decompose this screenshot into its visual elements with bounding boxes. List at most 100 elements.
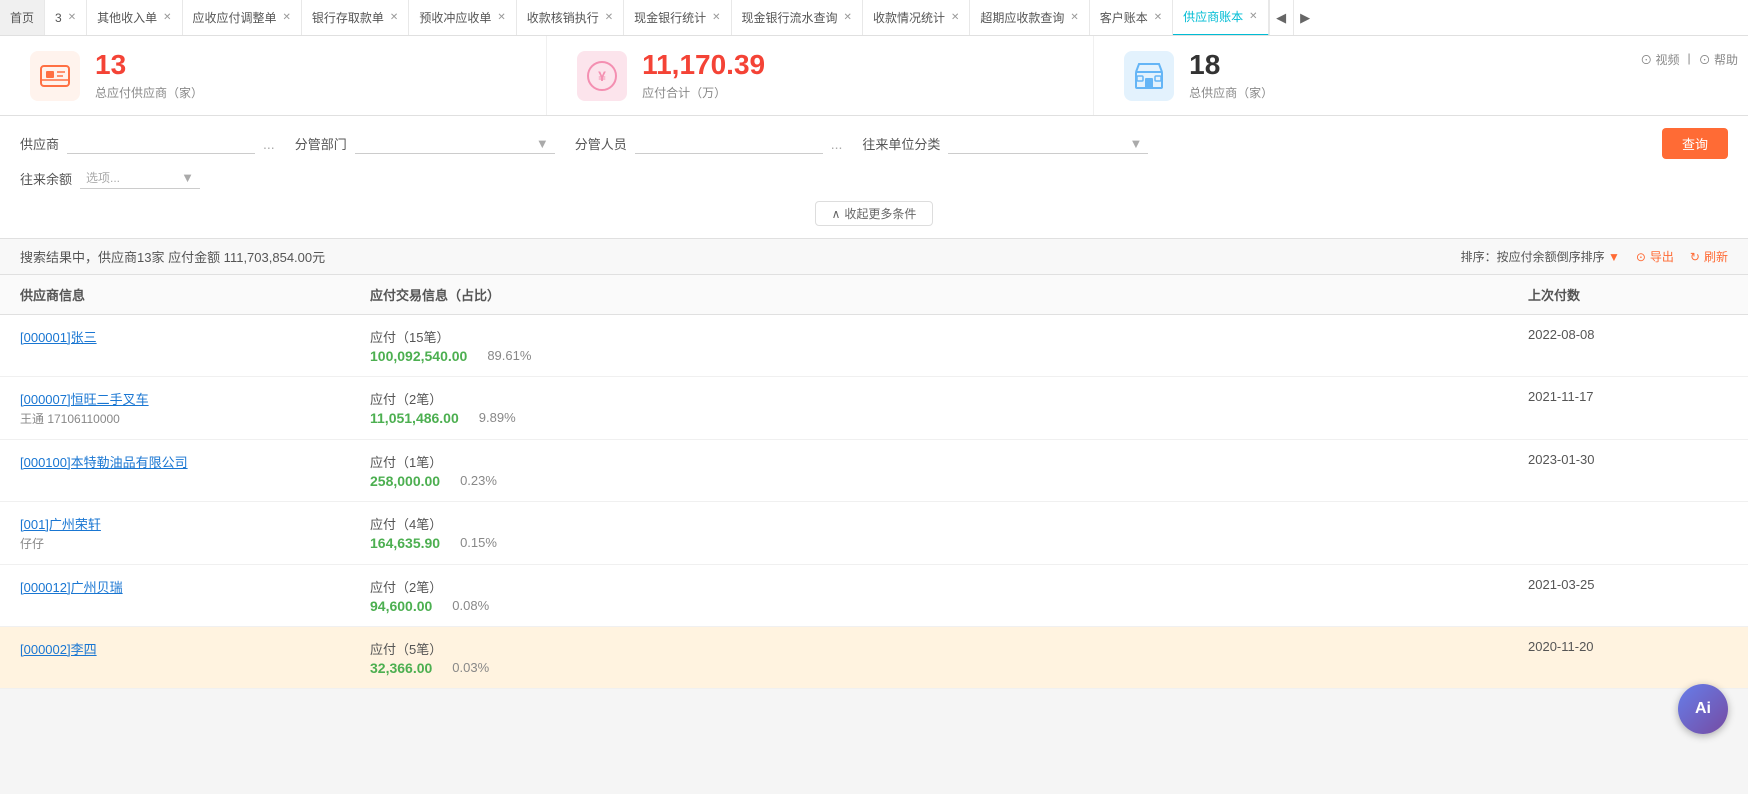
stat-payable-suppliers: 13 总应付供应商（家） xyxy=(0,36,547,115)
trans-amount-2: 11,051,486.00 xyxy=(370,410,459,426)
nav-tab-cash-stat-label: 现金银行统计 xyxy=(634,9,706,26)
refresh-label: 刷新 xyxy=(1704,248,1728,265)
dept-filter: 分管部门 ▼ xyxy=(295,134,555,154)
chevron-down-icon: ▼ xyxy=(1130,136,1143,151)
nav-tab-advance[interactable]: 预收冲应收单 ✕ xyxy=(409,0,516,36)
nav-tab-home[interactable]: 首页 xyxy=(0,0,45,36)
lastpay-date-2: 2021-11-17 xyxy=(1528,389,1728,404)
trans-percent-3: 0.23% xyxy=(460,473,497,488)
sort-label: 排序：按应付余额倒序排序 ▼ xyxy=(1461,248,1620,265)
chevron-down-icon: ▼ xyxy=(536,136,549,151)
nav-tab-3[interactable]: 3 ✕ xyxy=(45,0,87,36)
trans-label-5: 应付（2笔） xyxy=(370,577,1528,596)
close-icon[interactable]: ✕ xyxy=(605,12,613,23)
close-icon[interactable]: ✕ xyxy=(1070,12,1078,23)
nav-tab-customer-account-label: 客户账本 xyxy=(1100,9,1148,26)
close-icon[interactable]: ✕ xyxy=(68,12,76,23)
nav-tab-overdue-label: 超期应收款查询 xyxy=(980,9,1064,26)
supplier-link-3[interactable]: [000100]本特勒油品有限公司 xyxy=(20,452,370,471)
nav-arrow-right[interactable]: ▶ xyxy=(1293,0,1317,36)
trans-label-3: 应付（1笔） xyxy=(370,452,1528,471)
supplier-link-5[interactable]: [000012]广州贝瑞 xyxy=(20,577,370,596)
supplier-sub-2: 王通 17106110000 xyxy=(20,410,370,427)
trans-amount-4: 164,635.90 xyxy=(370,535,440,551)
refresh-button[interactable]: ↻ 刷新 xyxy=(1690,248,1728,265)
transaction-cell-5: 应付（2笔） 94,600.00 0.08% xyxy=(370,577,1528,614)
nav-tab-cash-stat[interactable]: 现金银行统计 ✕ xyxy=(624,0,731,36)
col-header-transaction: 应付交易信息（占比） xyxy=(370,285,1528,304)
sort-icon[interactable]: ▼ xyxy=(1608,250,1620,264)
close-icon[interactable]: ✕ xyxy=(951,12,959,23)
sort-text: 排序：按应付余额倒序排序 xyxy=(1461,250,1605,264)
trans-amount-row-5: 94,600.00 0.08% xyxy=(370,596,1528,614)
transaction-cell-6: 应付（5笔） 32,366.00 0.03% xyxy=(370,639,1528,676)
supplier-link-6[interactable]: [000002]李四 xyxy=(20,639,370,658)
nav-tab-collection[interactable]: 收款核销执行 ✕ xyxy=(517,0,624,36)
supplier-label: 供应商 xyxy=(20,134,59,153)
stat-total-suppliers: 18 总供应商（家） xyxy=(1094,36,1640,115)
supplier-input[interactable] xyxy=(67,134,255,154)
dept-select[interactable]: ▼ xyxy=(355,134,555,154)
person-input[interactable] xyxy=(635,134,823,154)
supplier-cell-2: [000007]恒旺二手叉车 王通 17106110000 xyxy=(20,389,370,427)
help-link[interactable]: ⊙ 帮助 xyxy=(1699,51,1738,68)
ai-button-label: Ai xyxy=(1695,700,1711,718)
help-area: ⊙ 视频 | ⊙ 帮助 xyxy=(1640,36,1748,68)
table-row: [000100]本特勒油品有限公司 应付（1笔） 258,000.00 0.23… xyxy=(0,440,1748,502)
close-icon[interactable]: ✕ xyxy=(163,12,171,23)
nav-tab-overdue[interactable]: 超期应收款查询 ✕ xyxy=(970,0,1089,36)
lastpay-date-5: 2021-03-25 xyxy=(1528,577,1728,592)
nav-tab-cash-flow[interactable]: 现金银行流水查询 ✕ xyxy=(732,0,863,36)
nav-tab-bank-deposit[interactable]: 银行存取款单 ✕ xyxy=(302,0,409,36)
close-icon[interactable]: ✕ xyxy=(390,12,398,23)
category-select[interactable]: ▼ xyxy=(948,134,1148,154)
nav-tab-adjustment-label: 应收应付调整单 xyxy=(193,9,277,26)
trans-amount-1: 100,092,540.00 xyxy=(370,348,467,364)
video-link[interactable]: ⊙ 视频 xyxy=(1640,51,1679,68)
close-icon[interactable]: ✕ xyxy=(844,12,852,23)
person-dots[interactable]: ... xyxy=(831,136,843,152)
collapse-icon: ∧ xyxy=(832,207,841,221)
nav-tab-adjustment[interactable]: 应收应付调整单 ✕ xyxy=(183,0,302,36)
collapse-button[interactable]: ∧ 收起更多条件 xyxy=(815,201,934,226)
export-button[interactable]: ⊙ 导出 xyxy=(1636,248,1674,265)
nav-tab-bank-deposit-label: 银行存取款单 xyxy=(312,9,384,26)
nav-tab-3-label: 3 xyxy=(55,11,62,25)
nav-arrow-left[interactable]: ◀ xyxy=(1269,0,1293,36)
supplier-link-1[interactable]: [000001]张三 xyxy=(20,327,370,346)
supplier-dots[interactable]: ... xyxy=(263,136,275,152)
nav-tab-collection-stat[interactable]: 收款情况统计 ✕ xyxy=(863,0,970,36)
lastpay-cell-1: 2022-08-08 xyxy=(1528,327,1728,342)
close-icon[interactable]: ✕ xyxy=(1249,11,1257,22)
nav-tab-other-income[interactable]: 其他收入单 ✕ xyxy=(87,0,182,36)
balance-select[interactable]: 选项... ▼ xyxy=(80,167,200,189)
close-icon[interactable]: ✕ xyxy=(283,12,291,23)
finance-icon: ¥ xyxy=(577,51,627,101)
lastpay-date-3: 2023-01-30 xyxy=(1528,452,1728,467)
supplier-link-4[interactable]: [001]广州荣轩 xyxy=(20,514,370,533)
trans-percent-6: 0.03% xyxy=(452,660,489,675)
nav-tab-collection-label: 收款核销执行 xyxy=(527,9,599,26)
trans-amount-row-1: 100,092,540.00 89.61% xyxy=(370,346,1528,364)
supplier-icon xyxy=(30,51,80,101)
supplier-cell-4: [001]广州荣轩 仔仔 xyxy=(20,514,370,552)
ai-button[interactable]: Ai xyxy=(1678,684,1728,734)
supplier-link-2[interactable]: [000007]恒旺二手叉车 xyxy=(20,389,370,408)
query-button[interactable]: 查询 xyxy=(1662,128,1728,159)
nav-tab-supplier-account[interactable]: 供应商账本 ✕ xyxy=(1173,0,1268,36)
close-icon[interactable]: ✕ xyxy=(712,12,720,23)
stat1-label: 总应付供应商（家） xyxy=(95,84,203,101)
category-filter: 往来单位分类 ▼ xyxy=(862,134,1148,154)
transaction-cell-1: 应付（15笔） 100,092,540.00 89.61% xyxy=(370,327,1528,364)
stat1-info: 13 总应付供应商（家） xyxy=(95,50,203,102)
transaction-cell-4: 应付（4笔） 164,635.90 0.15% xyxy=(370,514,1528,551)
stat3-info: 18 总供应商（家） xyxy=(1189,50,1273,102)
trans-label-6: 应付（5笔） xyxy=(370,639,1528,658)
table-row: [001]广州荣轩 仔仔 应付（4笔） 164,635.90 0.15% xyxy=(0,502,1748,565)
close-icon[interactable]: ✕ xyxy=(1154,12,1162,23)
trans-percent-4: 0.15% xyxy=(460,535,497,550)
nav-tab-customer-account[interactable]: 客户账本 ✕ xyxy=(1090,0,1173,36)
close-icon[interactable]: ✕ xyxy=(497,12,505,23)
balance-label: 往来余额 xyxy=(20,169,72,188)
top-navigation: 首页 3 ✕ 其他收入单 ✕ 应收应付调整单 ✕ 银行存取款单 ✕ 预收冲应收单… xyxy=(0,0,1748,36)
